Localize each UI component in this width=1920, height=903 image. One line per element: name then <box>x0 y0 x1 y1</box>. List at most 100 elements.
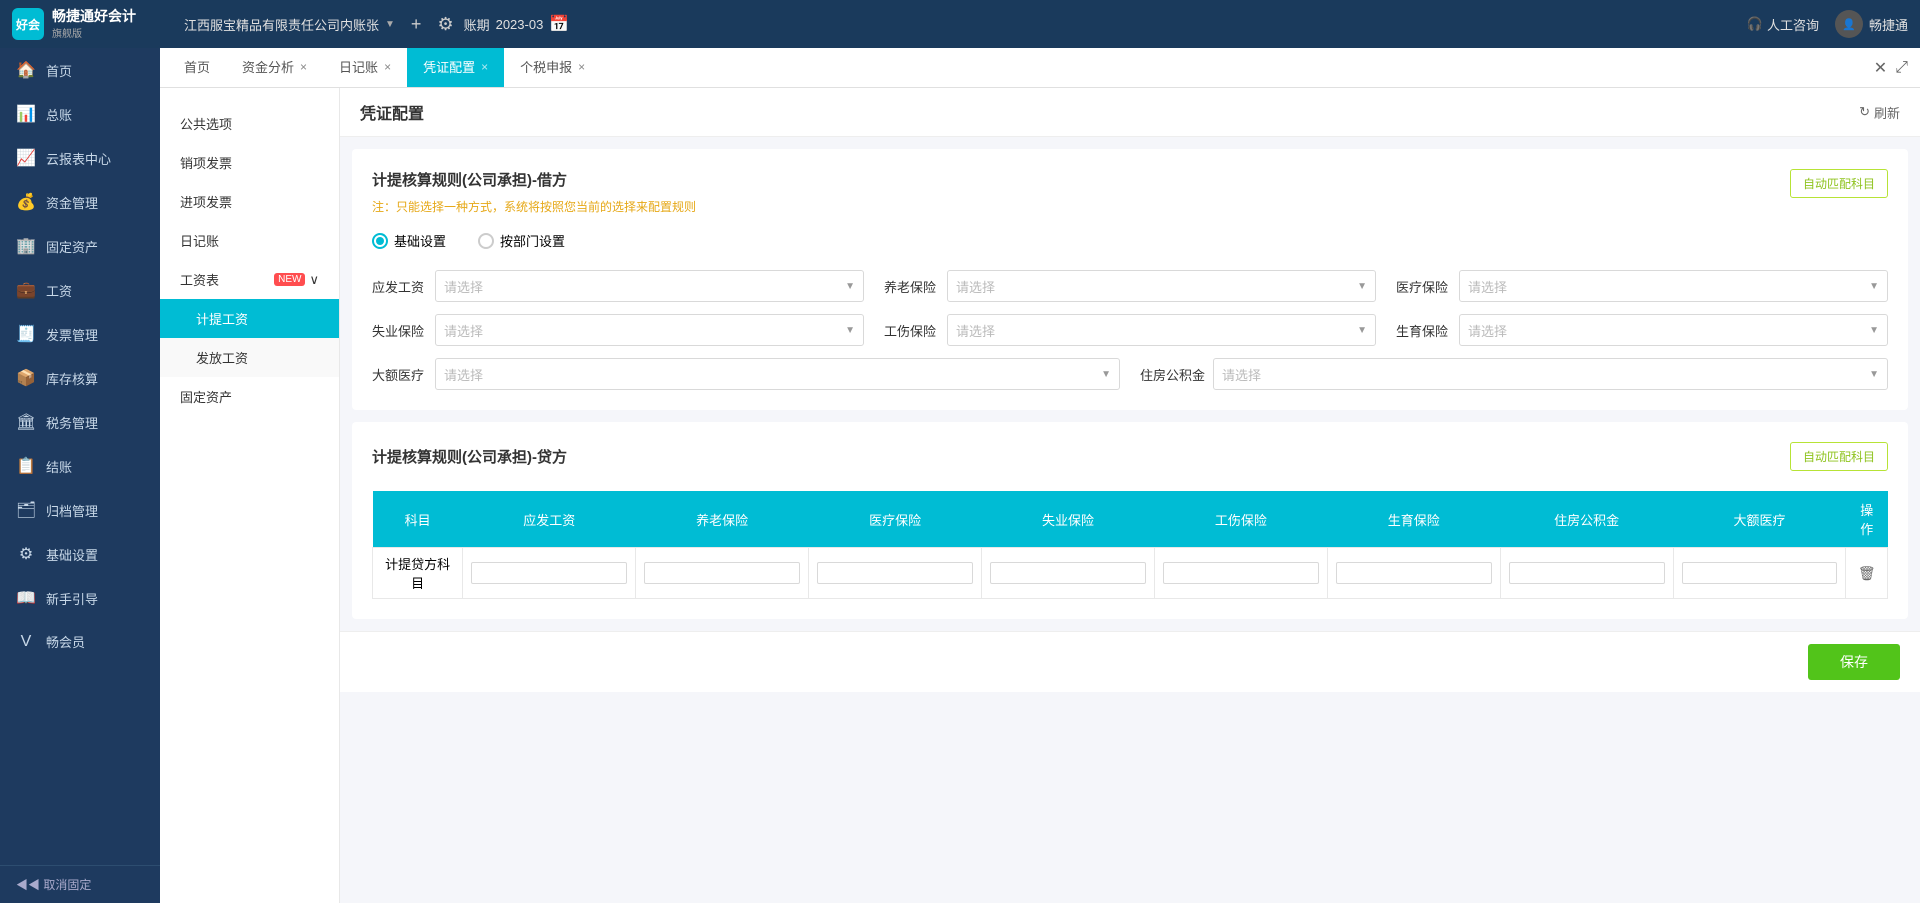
select-major-medical[interactable]: 请选择 ▼ <box>435 358 1120 390</box>
add-button[interactable]: + <box>411 14 422 35</box>
select-unemployment[interactable]: 请选择 ▼ <box>435 314 864 346</box>
sidebar-label-archive: 归档管理 <box>46 501 98 520</box>
tab-home[interactable]: 首页 <box>168 48 226 87</box>
sidebar-item-reports[interactable]: 📈 云报表中心 <box>0 136 160 180</box>
select-medical[interactable]: 请选择 ▼ <box>1459 270 1888 302</box>
company-chevron-icon: ▼ <box>385 19 395 30</box>
nav-sales-invoice[interactable]: 销项发票 <box>160 143 339 182</box>
company-selector[interactable]: 江西服宝精品有限责任公司内账张 ▼ <box>184 15 395 34</box>
calendar-icon: 📅 <box>549 14 569 34</box>
page-title: 凭证配置 <box>360 100 424 124</box>
period-value: 2023-03 <box>496 17 544 32</box>
input-unemployment[interactable] <box>990 562 1146 584</box>
tab-funds[interactable]: 资金分析 × <box>226 48 323 87</box>
sidebar-label-assets: 固定资产 <box>46 237 98 256</box>
radio-department[interactable]: 按部门设置 <box>478 231 565 250</box>
nav-accrual-salary[interactable]: 计提工资 <box>160 299 339 338</box>
sidebar-item-home[interactable]: 🏠 首页 <box>0 48 160 92</box>
sidebar-item-tax[interactable]: 🏛 税务管理 <box>0 400 160 444</box>
nav-purchase-invoice[interactable]: 进项发票 <box>160 182 339 221</box>
input-maternity[interactable] <box>1336 562 1492 584</box>
debit-auto-match-button[interactable]: 自动匹配科目 <box>1790 169 1888 198</box>
sidebar-item-assets[interactable]: 🏢 固定资产 <box>0 224 160 268</box>
sidebar-item-invoice[interactable]: 🧾 发票管理 <box>0 312 160 356</box>
vip-icon: V <box>16 633 36 651</box>
debit-title: 计提核算规则(公司承担)-借方 <box>372 169 696 190</box>
input-pension[interactable] <box>644 562 800 584</box>
tab-journal-close-icon[interactable]: × <box>384 60 391 74</box>
expand-tab-button[interactable]: ⤢ <box>1895 59 1908 77</box>
tab-tax[interactable]: 个税申报 × <box>504 48 601 87</box>
save-button[interactable]: 保存 <box>1808 644 1900 680</box>
radio-basic[interactable]: 基础设置 <box>372 231 446 250</box>
refresh-button[interactable]: ↻ 刷新 <box>1859 103 1900 122</box>
radio-basic-label: 基础设置 <box>394 231 446 250</box>
support-link[interactable]: 🎧 人工咨询 <box>1747 15 1819 34</box>
tax-icon: 🏛 <box>16 412 36 432</box>
nav-journal[interactable]: 日记账 <box>160 221 339 260</box>
tab-voucher-close-icon[interactable]: × <box>481 60 488 74</box>
input-work-injury[interactable] <box>1163 562 1319 584</box>
tab-funds-label: 资金分析 <box>242 57 294 76</box>
input-housing-fund[interactable] <box>1509 562 1665 584</box>
sidebar-label-close: 结账 <box>46 457 72 476</box>
th-action: 操作 <box>1846 491 1888 548</box>
ledger-icon: 📊 <box>16 104 36 124</box>
period-selector[interactable]: 账期 2023-03 📅 <box>464 14 570 34</box>
settings-button[interactable]: ⚙ <box>437 14 453 35</box>
tabs-bar: 首页 资金分析 × 日记账 × 凭证配置 × 个税申报 × ✕ ⤢ <box>160 48 1920 88</box>
input-major-medical[interactable] <box>1682 562 1838 584</box>
table-row: 计提贷方科目 🗑 <box>373 548 1888 599</box>
sidebar-item-funds[interactable]: 💰 资金管理 <box>0 180 160 224</box>
sidebar-label-home: 首页 <box>46 61 72 80</box>
sidebar-item-vip[interactable]: V 畅会员 <box>0 620 160 663</box>
credit-auto-match-button[interactable]: 自动匹配科目 <box>1790 442 1888 471</box>
sidebar-item-archive[interactable]: 🗂 归档管理 <box>0 488 160 532</box>
home-icon: 🏠 <box>16 60 36 80</box>
close-tab-button[interactable]: ✕ <box>1874 58 1887 78</box>
select-maternity[interactable]: 请选择 ▼ <box>1459 314 1888 346</box>
nav-pay-salary[interactable]: 发放工资 <box>160 338 339 377</box>
th-work-injury: 工伤保险 <box>1154 491 1327 548</box>
cell-action: 🗑 <box>1846 548 1888 599</box>
sidebar-item-settings[interactable]: ⚙ 基础设置 <box>0 532 160 576</box>
page-content: 公共选项 销项发票 进项发票 日记账 工资表 NEW ∨ 计提工资 发放工资 固… <box>160 88 1920 903</box>
period-label: 账期 <box>464 15 490 34</box>
nav-payroll-table[interactable]: 工资表 NEW ∨ <box>160 260 339 299</box>
input-medical[interactable] <box>817 562 973 584</box>
inventory-icon: 📦 <box>16 368 36 388</box>
tab-voucher-config[interactable]: 凭证配置 × <box>407 48 504 87</box>
cell-maternity <box>1327 548 1500 599</box>
tab-tax-close-icon[interactable]: × <box>578 60 585 74</box>
tab-home-label: 首页 <box>184 57 210 76</box>
select-housing-fund[interactable]: 请选择 ▼ <box>1213 358 1888 390</box>
select-gross-salary[interactable]: 请选择 ▼ <box>435 270 864 302</box>
sidebar-item-ledger[interactable]: 📊 总账 <box>0 92 160 136</box>
select-pension[interactable]: 请选择 ▼ <box>947 270 1376 302</box>
sidebar-label-salary: 工资 <box>46 281 72 300</box>
avatar: 👤 <box>1835 10 1863 38</box>
tab-voucher-label: 凭证配置 <box>423 57 475 76</box>
user-menu[interactable]: 👤 畅捷通 <box>1835 10 1908 38</box>
delete-row-icon[interactable]: 🗑 <box>1858 565 1876 581</box>
placeholder-unemployment: 请选择 <box>444 321 483 340</box>
new-badge: NEW <box>274 273 305 286</box>
guide-icon: 📖 <box>16 588 36 608</box>
sidebar-item-close[interactable]: 📋 结账 <box>0 444 160 488</box>
invoice-icon: 🧾 <box>16 324 36 344</box>
sidebar: 🏠 首页 📊 总账 📈 云报表中心 💰 资金管理 🏢 固定资产 💼 工资 🧾 发… <box>0 48 160 903</box>
sidebar-item-salary[interactable]: 💼 工资 <box>0 268 160 312</box>
sidebar-item-inventory[interactable]: 📦 库存核算 <box>0 356 160 400</box>
nav-public-options[interactable]: 公共选项 <box>160 104 339 143</box>
unpin-sidebar[interactable]: ◀◀ 取消固定 <box>0 865 160 903</box>
sidebar-item-guide[interactable]: 📖 新手引导 <box>0 576 160 620</box>
tab-funds-close-icon[interactable]: × <box>300 60 307 74</box>
select-work-injury[interactable]: 请选择 ▼ <box>947 314 1376 346</box>
tab-journal[interactable]: 日记账 × <box>323 48 407 87</box>
nav-fixed-assets[interactable]: 固定资产 <box>160 377 339 416</box>
chevron-pension-icon: ▼ <box>1357 281 1367 292</box>
debit-fields-row3: 大额医疗 请选择 ▼ 住房公积金 请选择 ▼ <box>372 358 1888 390</box>
settings-icon: ⚙ <box>16 544 36 564</box>
page-header: 凭证配置 ↻ 刷新 <box>340 88 1920 137</box>
input-gross[interactable] <box>471 562 627 584</box>
